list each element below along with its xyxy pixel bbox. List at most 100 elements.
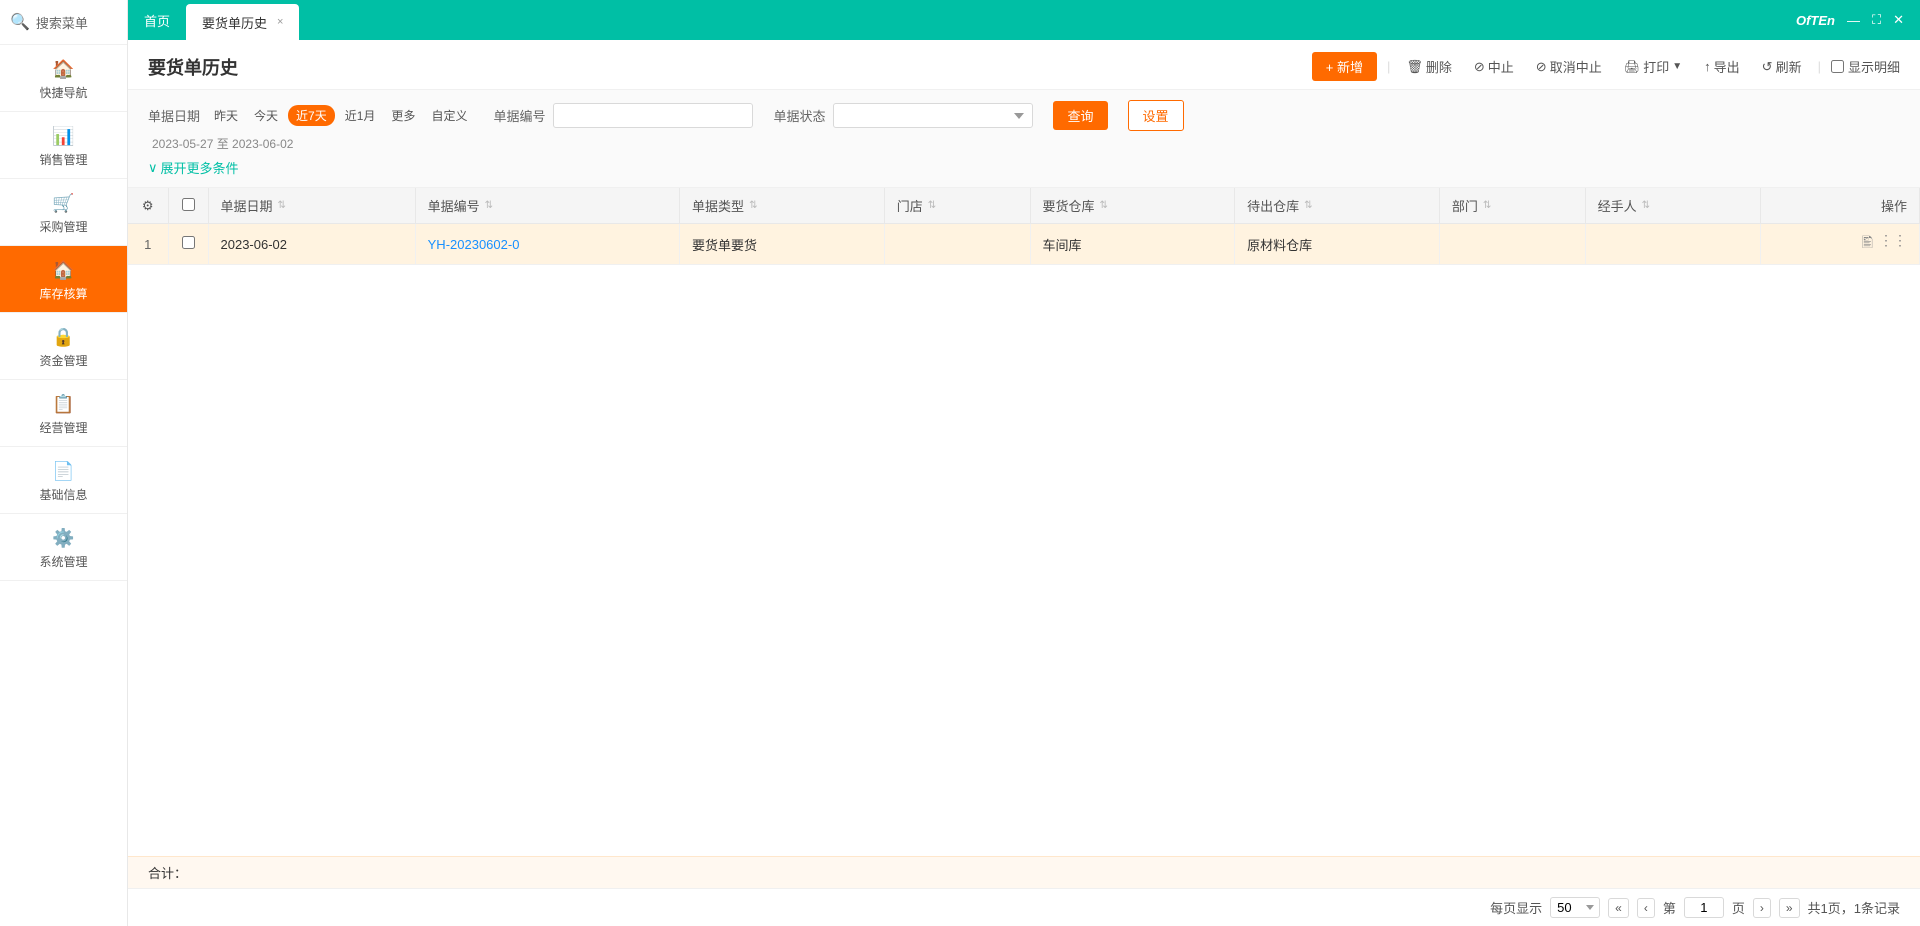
row-checkbox-0[interactable]	[182, 236, 195, 249]
col-label-type: 单据类型	[692, 196, 744, 215]
tab-label-home: 首页	[144, 11, 170, 30]
page-input[interactable]	[1684, 897, 1724, 918]
doc-number-link[interactable]: YH-20230602-0	[428, 237, 520, 252]
doc-status-select[interactable]	[833, 103, 1033, 128]
sort-icon-date: ⇅	[278, 200, 286, 211]
col-header-number[interactable]: 单据编号⇅	[415, 188, 679, 224]
pagination: 每页显示 102050100 « ‹ 第 页 › » 共1页，1条记录	[128, 888, 1920, 926]
select-all-checkbox[interactable]	[182, 198, 195, 211]
nav-icon-system: ⚙️	[52, 528, 74, 549]
next-page-button[interactable]: ›	[1753, 898, 1771, 918]
date-shortcut-更多[interactable]: 更多	[385, 105, 421, 126]
col-header-req_warehouse[interactable]: 要货仓库⇅	[1030, 188, 1235, 224]
view-action-icon[interactable]: 🖺	[1862, 232, 1873, 256]
col-label-date: 单据日期	[221, 196, 273, 215]
sidebar-item-operations[interactable]: 📋经营管理	[0, 380, 127, 447]
col-label-req_warehouse: 要货仓库	[1043, 196, 1095, 215]
cell-checkbox[interactable]	[168, 224, 208, 265]
date-filter-label: 单据日期	[148, 106, 200, 125]
cell-number[interactable]: YH-20230602-0	[415, 224, 679, 265]
tab-requisition-history[interactable]: 要货单历史 ×	[186, 4, 299, 40]
topbar: 首页 要货单历史 × OfTEn — ⛶ ✕	[128, 0, 1920, 40]
sort-icon-pending_warehouse: ⇅	[1304, 200, 1312, 211]
refresh-button[interactable]: ↺ 刷新	[1756, 54, 1808, 79]
sidebar: 🔍 搜索菜单 🏠快捷导航📊销售管理🛒采购管理 🏠 库存核算 🔒资金管理📋经营管理📄基础…	[0, 0, 128, 926]
col-header-pending_warehouse[interactable]: 待出仓库⇅	[1235, 188, 1440, 224]
sort-icon-handler: ⇅	[1642, 200, 1650, 211]
pagination-summary: 共1页，1条记录	[1808, 898, 1900, 917]
cell-settings: 1	[128, 224, 168, 265]
sidebar-label-sales: 销售管理	[39, 151, 87, 168]
query-button[interactable]: 查询	[1053, 101, 1107, 130]
sidebar-label-inventory: 库存核算	[39, 285, 87, 302]
close-button[interactable]: ✕	[1893, 12, 1904, 28]
more-action-icon[interactable]: ⋮⋮	[1879, 232, 1907, 256]
stop-button[interactable]: ⊘ 中止	[1468, 54, 1520, 79]
minimize-button[interactable]: —	[1847, 13, 1860, 28]
doc-number-input[interactable]	[553, 103, 753, 128]
print-button[interactable]: 🖨 打印 ▼	[1618, 54, 1688, 79]
table-settings-icon[interactable]: ⚙	[142, 198, 154, 213]
show-detail-checkbox-label[interactable]: 显示明细	[1831, 57, 1900, 76]
tab-label-requisition-history: 要货单历史	[202, 13, 267, 32]
date-filter: 单据日期 昨天今天近7天近1月更多自定义	[148, 105, 473, 126]
sidebar-item-basic[interactable]: 📄基础信息	[0, 447, 127, 514]
doc-status-filter: 单据状态	[773, 103, 1033, 128]
col-header-store[interactable]: 门店⇅	[884, 188, 1030, 224]
doc-number-filter: 单据编号	[493, 103, 753, 128]
date-shortcut-今天[interactable]: 今天	[248, 105, 284, 126]
col-label-handler: 经手人	[1598, 196, 1637, 215]
sidebar-label-basic: 基础信息	[39, 486, 87, 503]
cancel-stop-button[interactable]: ⊘ 取消中止	[1530, 54, 1608, 79]
per-page-label: 每页显示	[1490, 898, 1542, 917]
col-header-handler[interactable]: 经手人 ⇅	[1585, 188, 1760, 224]
col-header-department[interactable]: 部门⇅	[1439, 188, 1585, 224]
filter-area: 单据日期 昨天今天近7天近1月更多自定义 单据编号 单据状态	[128, 90, 1920, 188]
col-label-number: 单据编号	[428, 196, 480, 215]
date-shortcut-近7天[interactable]: 近7天	[288, 105, 335, 126]
sidebar-search[interactable]: 🔍 搜索菜单	[0, 0, 127, 45]
sidebar-item-system[interactable]: ⚙️系统管理	[0, 514, 127, 581]
new-button[interactable]: + 新增	[1312, 52, 1377, 81]
chevron-down-icon: ∨	[148, 160, 158, 176]
table-row: 12023-06-02YH-20230602-0要货单要货车间库原材料仓库🖺⋮⋮	[128, 224, 1920, 265]
col-header-type[interactable]: 单据类型⇅	[680, 188, 885, 224]
show-detail-checkbox[interactable]	[1831, 60, 1844, 73]
table-container: ⚙单据日期⇅单据编号⇅单据类型⇅门店⇅要货仓库⇅待出仓库⇅部门⇅经手人⇅操作 1…	[128, 188, 1920, 856]
sidebar-item-finance[interactable]: 🔒资金管理	[0, 313, 127, 380]
date-shortcut-近1月[interactable]: 近1月	[339, 105, 382, 126]
cell-date: 2023-06-02	[208, 224, 415, 265]
sidebar-item-purchase[interactable]: 🛒采购管理	[0, 179, 127, 246]
search-icon: 🔍	[10, 12, 30, 32]
col-label-department: 部门	[1452, 196, 1478, 215]
nav-icon-inventory: 🏠	[52, 260, 74, 281]
tab-close-requisition-history[interactable]: ×	[277, 16, 283, 28]
nav-icon-finance: 🔒	[52, 327, 74, 348]
export-button[interactable]: ↑ 导出	[1698, 54, 1746, 79]
cell-actions: 🖺⋮⋮	[1760, 224, 1919, 265]
maximize-button[interactable]: ⛶	[1872, 12, 1881, 28]
sidebar-item-quick-nav[interactable]: 🏠快捷导航	[0, 45, 127, 112]
sidebar-item-inventory[interactable]: 🏠 库存核算	[0, 246, 127, 313]
main-area: 首页要货单历史× OfTEn — ⛶ ✕ 要货单历史 + 新增 | 🗑 删除 ⊘…	[128, 0, 1920, 926]
expand-more-btn[interactable]: ∨ 展开更多条件	[148, 158, 1900, 177]
tab-home[interactable]: 首页	[128, 0, 186, 40]
cell-department	[1439, 224, 1585, 265]
date-shortcut-昨天[interactable]: 昨天	[208, 105, 244, 126]
prev-page-button[interactable]: ‹	[1637, 898, 1655, 918]
col-header-actions: 操作	[1760, 188, 1919, 224]
sidebar-item-sales[interactable]: 📊销售管理	[0, 112, 127, 179]
print-icon: 🖨	[1624, 59, 1641, 75]
refresh-icon: ↺	[1762, 59, 1773, 75]
settings-button[interactable]: 设置	[1128, 100, 1184, 131]
delete-button[interactable]: 🗑 删除	[1400, 54, 1458, 79]
col-header-date[interactable]: 单据日期 ⇅	[208, 188, 415, 224]
cell-store	[884, 224, 1030, 265]
first-page-button[interactable]: «	[1608, 898, 1629, 918]
per-page-select[interactable]: 102050100	[1550, 897, 1600, 918]
brand-label: OfTEn	[1796, 13, 1835, 28]
last-page-button[interactable]: »	[1779, 898, 1800, 918]
doc-number-label: 单据编号	[493, 106, 545, 125]
date-shortcut-自定义[interactable]: 自定义	[425, 105, 473, 126]
sidebar-label-purchase: 采购管理	[39, 218, 87, 235]
